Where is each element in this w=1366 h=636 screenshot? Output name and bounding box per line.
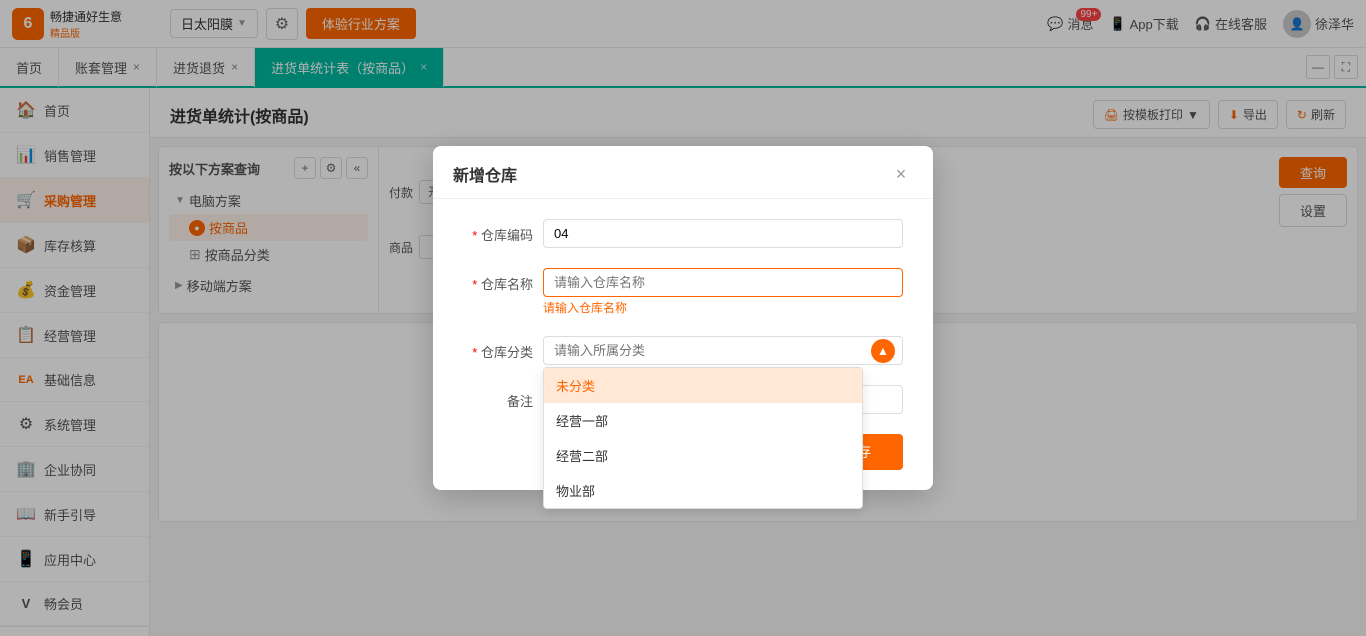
- modal-overlay[interactable]: 新增仓库 × * 仓库编码 * 仓库名称: [0, 0, 1366, 636]
- category-dropdown: 未分类 经营一部 经营二部 物业部: [543, 367, 863, 509]
- category-input-wrap: ▲ 未分类 经营一部 经营二部 物业部: [543, 336, 903, 365]
- name-input[interactable]: [543, 268, 903, 297]
- name-error-message: 请输入仓库名称: [543, 299, 903, 316]
- code-label: * 仓库编码: [463, 219, 543, 244]
- new-warehouse-modal: 新增仓库 × * 仓库编码 * 仓库名称: [433, 146, 933, 490]
- form-row-name: * 仓库名称 请输入仓库名称: [463, 268, 903, 316]
- modal-title: 新增仓库: [453, 162, 517, 186]
- dropdown-item-unclassified[interactable]: 未分类: [544, 368, 862, 403]
- code-input[interactable]: [543, 219, 903, 248]
- dropdown-item-dept2[interactable]: 经营二部: [544, 438, 862, 473]
- name-input-wrap: 请输入仓库名称: [543, 268, 903, 316]
- code-input-wrap: [543, 219, 903, 248]
- dropdown-item-dept3[interactable]: 物业部: [544, 473, 862, 508]
- note-label: 备注: [463, 385, 543, 410]
- name-label: * 仓库名称: [463, 268, 543, 293]
- form-row-category: * 仓库分类 ▲ 未分类 经营一部 经营二部 物业部: [463, 336, 903, 365]
- modal-header: 新增仓库 ×: [433, 146, 933, 199]
- category-toggle-button[interactable]: ▲: [871, 339, 895, 363]
- category-label: * 仓库分类: [463, 336, 543, 361]
- form-row-code: * 仓库编码: [463, 219, 903, 248]
- category-input[interactable]: [543, 336, 903, 365]
- dropdown-item-dept1[interactable]: 经营一部: [544, 403, 862, 438]
- modal-close-button[interactable]: ×: [889, 162, 913, 186]
- modal-body: * 仓库编码 * 仓库名称 请输入仓库名称: [433, 199, 933, 434]
